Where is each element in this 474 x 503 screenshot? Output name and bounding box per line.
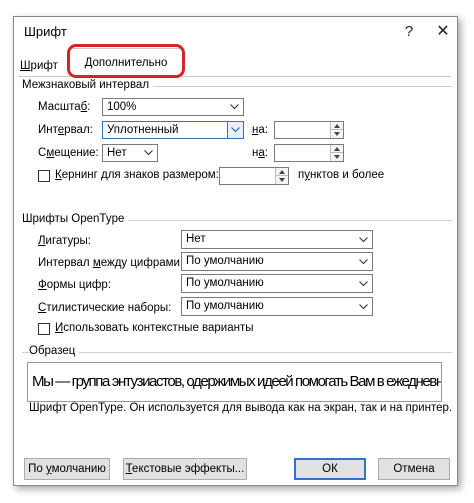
preview-note: Шрифт OpenType. Он используется для выво…: [29, 402, 453, 414]
kerning-checkbox[interactable]: [38, 170, 50, 182]
digit-forms-combo[interactable]: По умолчанию: [181, 274, 373, 293]
group-preview-title: Образец: [29, 345, 80, 357]
chevron-down-icon[interactable]: [226, 99, 243, 115]
digit-forms-label-mnemonic: Ф: [38, 279, 47, 291]
group-preview-divider: [22, 352, 452, 353]
preview-box: Мы — группа энтузиастов, одержимых идеей…: [27, 362, 442, 402]
set-default-rest: молчанию: [51, 463, 106, 475]
interval-combo[interactable]: Уплотненный: [102, 121, 244, 139]
stylistic-sets-label: Стилистические наборы:: [38, 302, 171, 314]
kerning-label-rest: ернинг для знаков размером:: [61, 169, 219, 181]
group-opentype-title: Шрифты OpenType: [22, 213, 129, 225]
set-default-button[interactable]: По умолчанию: [24, 458, 110, 480]
chevron-down-icon[interactable]: [355, 231, 372, 248]
chevron-down-icon[interactable]: [140, 145, 157, 161]
stylistic-sets-value: По умолчанию: [186, 300, 264, 312]
spin-up-icon[interactable]: [276, 168, 288, 176]
spinner-buttons: [330, 122, 343, 138]
interval-on-rest: а:: [258, 124, 268, 136]
interval-value: Уплотненный: [107, 124, 179, 136]
help-button[interactable]: ?: [398, 21, 420, 43]
kerning-label-mnemonic: К: [55, 169, 62, 181]
scale-value: 100%: [107, 101, 137, 113]
spin-down-icon[interactable]: [331, 130, 343, 138]
chevron-down-icon[interactable]: [355, 298, 372, 315]
offset-label: Смещение:: [38, 147, 99, 159]
contextual-label: Использовать контекстные варианты: [55, 322, 254, 334]
font-dialog: Шрифт ? ✕ Шрифт Дополнительно Межзнаковы…: [13, 16, 458, 486]
spin-down-icon[interactable]: [331, 153, 343, 161]
digit-spacing-label-text: Интервал: [38, 257, 93, 269]
dialog-title: Шрифт: [24, 24, 67, 39]
scale-label: Масштаб:: [38, 101, 90, 113]
ligatures-label-mnemonic: Л: [38, 235, 46, 247]
kerning-suffix-label: пунктов и более: [298, 169, 384, 181]
digit-forms-label-rest: ормы цифр:: [46, 279, 111, 291]
interval-on-label: на:: [252, 124, 268, 136]
ligatures-value: Нет: [186, 233, 206, 245]
digit-spacing-combo[interactable]: По умолчанию: [181, 252, 373, 271]
stylistic-sets-label-rest: тилистические наборы:: [46, 302, 172, 314]
set-default-text: По: [28, 463, 46, 475]
digit-spacing-label: Интервал между цифрами:: [38, 257, 183, 269]
text-effects-rest: екстовые эффекты...: [132, 463, 245, 475]
chevron-down-icon[interactable]: [355, 253, 372, 270]
contextual-checkbox[interactable]: [38, 323, 50, 335]
digit-spacing-label-rest: ежду цифрами:: [100, 257, 184, 269]
title-bar: Шрифт ? ✕: [14, 17, 457, 47]
offset-on-rest: :: [264, 147, 268, 159]
offset-combo[interactable]: Нет: [102, 144, 158, 162]
kerning-label: Кернинг для знаков размером:: [55, 169, 219, 181]
stylistic-sets-combo[interactable]: По умолчанию: [181, 297, 373, 316]
interval-label: Интервал:: [38, 124, 93, 136]
ligatures-combo[interactable]: Нет: [181, 230, 373, 249]
ok-button[interactable]: ОК: [294, 458, 366, 480]
scale-combo[interactable]: 100%: [102, 98, 244, 116]
kerning-size-spinner[interactable]: [219, 167, 289, 185]
scale-label-colon: :: [87, 101, 91, 113]
spin-down-icon[interactable]: [276, 176, 288, 184]
chevron-down-icon[interactable]: [355, 275, 372, 292]
tab-font-label: рифт: [30, 60, 58, 72]
spin-up-icon[interactable]: [331, 145, 343, 153]
offset-on-label: на:: [252, 147, 268, 159]
tab-advanced[interactable]: Дополнительно: [69, 48, 183, 77]
digit-forms-value: По умолчанию: [186, 277, 264, 289]
digit-spacing-label-mnemonic: м: [92, 257, 101, 269]
chevron-down-icon[interactable]: [227, 121, 244, 139]
spin-up-icon[interactable]: [331, 122, 343, 130]
text-effects-button[interactable]: Текстовые эффекты...: [123, 458, 247, 480]
digit-spacing-value: По умолчанию: [186, 255, 264, 267]
contextual-label-rest: спользовать контекстные варианты: [63, 322, 254, 334]
offset-value: Нет: [107, 147, 127, 159]
close-button[interactable]: ✕: [432, 21, 454, 43]
interval-label-text: Инт: [38, 124, 58, 136]
kerning-suffix-rest: нктов и более: [309, 169, 385, 181]
tab-font-mnemonic: Ш: [20, 60, 31, 72]
interval-amount-spinner[interactable]: [274, 121, 344, 139]
group-spacing-title: Межзнаковый интервал: [22, 79, 154, 91]
offset-label-rest: ещение:: [54, 147, 99, 159]
spinner-buttons: [275, 168, 288, 184]
tab-font[interactable]: Шрифт: [20, 55, 65, 77]
preview-sample-text: Мы — группа энтузиастов, одержимых идеей…: [32, 373, 442, 390]
interval-label-rest: рвал:: [64, 124, 93, 136]
spinner-buttons: [330, 145, 343, 161]
ligatures-label-rest: игатуры:: [45, 235, 91, 247]
offset-amount-spinner[interactable]: [274, 144, 344, 162]
cancel-button[interactable]: Отмена: [378, 458, 450, 480]
ligatures-label: Лигатуры:: [38, 235, 91, 247]
digit-forms-label: Формы цифр:: [38, 279, 111, 291]
scale-label-text: Масшта: [38, 101, 81, 113]
